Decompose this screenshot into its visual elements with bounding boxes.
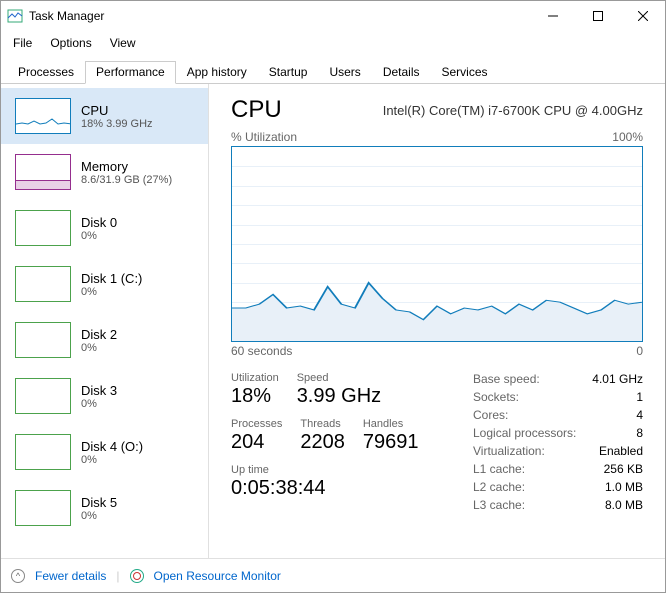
- chart-line: [232, 147, 642, 341]
- maximize-button[interactable]: [575, 1, 620, 31]
- minimize-button[interactable]: [530, 1, 575, 31]
- chart-label-top-right: 100%: [612, 130, 643, 144]
- tab-startup[interactable]: Startup: [258, 61, 319, 84]
- tab-services[interactable]: Services: [431, 61, 499, 84]
- tab-users[interactable]: Users: [318, 61, 371, 84]
- spec-row: Logical processors:8: [473, 426, 643, 440]
- stat-handles-value: 79691: [363, 431, 419, 454]
- sidebar-item-disk-3[interactable]: Disk 30%: [1, 368, 208, 424]
- close-button[interactable]: [620, 1, 665, 31]
- thumb-icon: [15, 490, 71, 526]
- footer: ^ Fewer details | Open Resource Monitor: [1, 558, 665, 592]
- thumb-icon: [15, 378, 71, 414]
- stat-processes-label: Processes: [231, 418, 282, 430]
- tab-processes[interactable]: Processes: [7, 61, 85, 84]
- side-subtitle: 0%: [81, 230, 117, 242]
- menu-bar: File Options View: [1, 31, 665, 57]
- stat-processes-value: 204: [231, 431, 282, 454]
- side-title: Disk 2: [81, 327, 117, 342]
- chart-label-top-left: % Utilization: [231, 130, 297, 144]
- spec-row: Cores:4: [473, 408, 643, 422]
- thumb-icon: [15, 434, 71, 470]
- sidebar-item-disk-4-o-[interactable]: Disk 4 (O:)0%: [1, 424, 208, 480]
- task-manager-icon: [7, 8, 23, 24]
- open-resource-monitor-link[interactable]: Open Resource Monitor: [154, 569, 281, 583]
- stat-threads-label: Threads: [300, 418, 345, 430]
- titlebar: Task Manager: [1, 1, 665, 31]
- thumb-icon: [15, 98, 71, 134]
- chart-label-bot-left: 60 seconds: [231, 344, 292, 358]
- side-subtitle: 8.6/31.9 GB (27%): [81, 174, 172, 186]
- stat-speed-value: 3.99 GHz: [297, 385, 381, 408]
- resource-monitor-icon: [130, 569, 144, 583]
- thumb-icon: [15, 210, 71, 246]
- side-subtitle: 18% 3.99 GHz: [81, 118, 153, 130]
- side-title: Disk 4 (O:): [81, 439, 143, 454]
- side-title: Disk 5: [81, 495, 117, 510]
- side-title: CPU: [81, 103, 153, 118]
- sidebar-item-disk-1-c-[interactable]: Disk 1 (C:)0%: [1, 256, 208, 312]
- tab-details[interactable]: Details: [372, 61, 431, 84]
- tab-performance[interactable]: Performance: [85, 61, 176, 84]
- sidebar-item-memory[interactable]: Memory8.6/31.9 GB (27%): [1, 144, 208, 200]
- stat-uptime-value: 0:05:38:44: [231, 477, 326, 500]
- side-subtitle: 0%: [81, 286, 142, 298]
- spec-row: Sockets:1: [473, 390, 643, 404]
- category-title: CPU: [231, 96, 282, 124]
- sidebar-item-disk-5[interactable]: Disk 50%: [1, 480, 208, 536]
- side-title: Disk 3: [81, 383, 117, 398]
- tab-app-history[interactable]: App history: [176, 61, 258, 84]
- utilization-chart[interactable]: [231, 146, 643, 342]
- spec-row: L3 cache:8.0 MB: [473, 498, 643, 512]
- side-subtitle: 0%: [81, 398, 117, 410]
- side-subtitle: 0%: [81, 454, 143, 466]
- side-subtitle: 0%: [81, 510, 117, 522]
- spec-row: Base speed:4.01 GHz: [473, 372, 643, 386]
- cpu-model: Intel(R) Core(TM) i7-6700K CPU @ 4.00GHz: [312, 103, 643, 118]
- spec-row: L2 cache:1.0 MB: [473, 480, 643, 494]
- side-title: Memory: [81, 159, 172, 174]
- stat-speed-label: Speed: [297, 372, 381, 384]
- tab-bar: ProcessesPerformanceApp historyStartupUs…: [1, 57, 665, 84]
- sidebar-item-cpu[interactable]: CPU18% 3.99 GHz: [1, 88, 208, 144]
- thumb-icon: [15, 266, 71, 302]
- stat-handles-label: Handles: [363, 418, 419, 430]
- thumb-icon: [15, 154, 71, 190]
- stat-uptime-label: Up time: [231, 464, 326, 476]
- menu-view[interactable]: View: [102, 33, 144, 53]
- fewer-details-link[interactable]: Fewer details: [35, 569, 106, 583]
- side-title: Disk 0: [81, 215, 117, 230]
- menu-file[interactable]: File: [5, 33, 40, 53]
- menu-options[interactable]: Options: [42, 33, 99, 53]
- spec-row: L1 cache:256 KB: [473, 462, 643, 476]
- sidebar-item-disk-2[interactable]: Disk 20%: [1, 312, 208, 368]
- stat-threads-value: 2208: [300, 431, 345, 454]
- thumb-icon: [15, 322, 71, 358]
- spec-row: Virtualization:Enabled: [473, 444, 643, 458]
- sidebar-item-disk-0[interactable]: Disk 00%: [1, 200, 208, 256]
- side-title: Disk 1 (C:): [81, 271, 142, 286]
- separator: |: [116, 569, 119, 583]
- specs-list: Base speed:4.01 GHz Sockets:1 Cores:4 Logic…: [473, 372, 643, 516]
- stat-utilization-label: Utilization: [231, 372, 279, 384]
- window-title: Task Manager: [29, 9, 530, 23]
- stat-utilization-value: 18%: [231, 385, 279, 408]
- chart-label-bot-right: 0: [636, 344, 643, 358]
- side-subtitle: 0%: [81, 342, 117, 354]
- sidebar[interactable]: CPU18% 3.99 GHzMemory8.6/31.9 GB (27%)Di…: [1, 84, 209, 558]
- main-panel: CPU Intel(R) Core(TM) i7-6700K CPU @ 4.0…: [209, 84, 665, 558]
- chevron-up-icon[interactable]: ^: [11, 569, 25, 583]
